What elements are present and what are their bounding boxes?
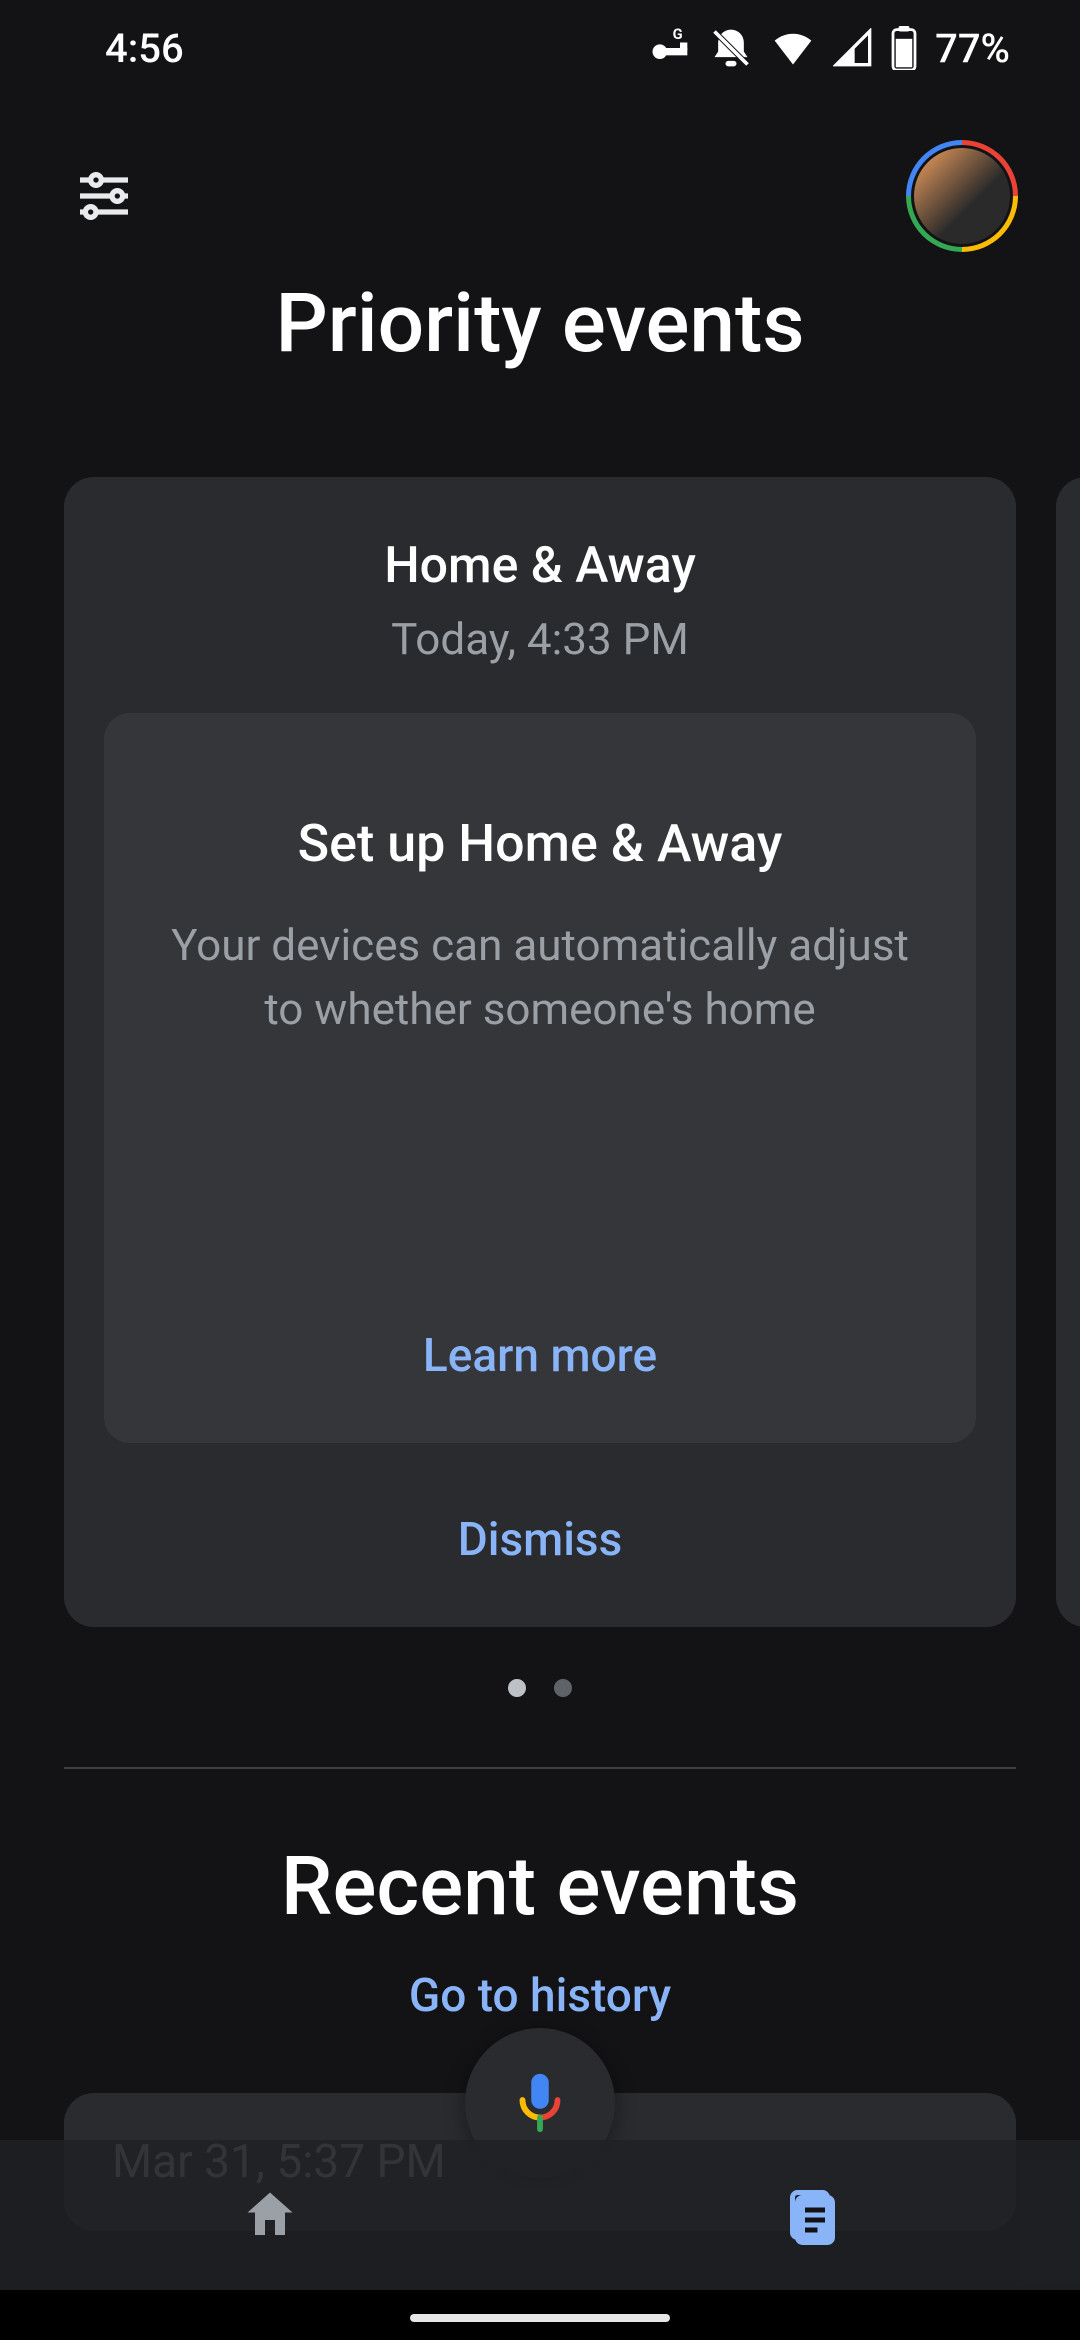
svg-text:G: G <box>673 26 683 43</box>
microphone-icon <box>505 2068 575 2138</box>
card-title: Home & Away <box>384 537 696 595</box>
nav-feed[interactable] <box>540 2140 1080 2290</box>
feed-icon <box>780 2185 840 2245</box>
avatar-image <box>911 145 1013 247</box>
status-icons: G 77% <box>647 25 1010 72</box>
dnd-icon <box>709 26 753 70</box>
vpn-key-icon: G <box>647 26 691 70</box>
setup-card-description: Your devices can automatically adjust to… <box>154 914 926 1042</box>
home-icon <box>240 2185 300 2245</box>
account-avatar[interactable] <box>906 140 1018 252</box>
go-to-history-link[interactable]: Go to history <box>0 1969 1080 2023</box>
settings-sliders-button[interactable] <box>64 156 144 236</box>
dismiss-button[interactable]: Dismiss <box>458 1513 623 1567</box>
carousel-indicator <box>0 1679 1080 1697</box>
next-card-peek[interactable] <box>1056 477 1080 1627</box>
learn-more-button[interactable]: Learn more <box>423 1329 657 1383</box>
bottom-navigation <box>0 2140 1080 2290</box>
recent-events-title: Recent events <box>0 1839 1080 1935</box>
status-time: 4:56 <box>105 25 184 72</box>
nav-home[interactable] <box>0 2140 540 2290</box>
battery-percent: 77% <box>935 25 1010 72</box>
wifi-icon <box>771 26 815 70</box>
setup-card-title: Set up Home & Away <box>298 813 783 874</box>
battery-icon <box>891 26 917 70</box>
card-timestamp: Today, 4:33 PM <box>391 613 689 665</box>
priority-event-card[interactable]: Home & Away Today, 4:33 PM Set up Home &… <box>64 477 1016 1627</box>
priority-events-carousel[interactable]: Home & Away Today, 4:33 PM Set up Home &… <box>0 372 1080 1627</box>
page-title: Priority events <box>0 276 1080 372</box>
setup-card: Set up Home & Away Your devices can auto… <box>104 713 976 1443</box>
gesture-handle[interactable] <box>410 2314 670 2322</box>
status-bar: 4:56 G 77% <box>0 0 1080 96</box>
sliders-icon <box>72 164 136 228</box>
cell-signal-icon <box>833 28 873 68</box>
section-divider <box>64 1767 1016 1769</box>
page-dot-active <box>508 1679 526 1697</box>
page-dot <box>554 1679 572 1697</box>
app-bar <box>0 96 1080 296</box>
